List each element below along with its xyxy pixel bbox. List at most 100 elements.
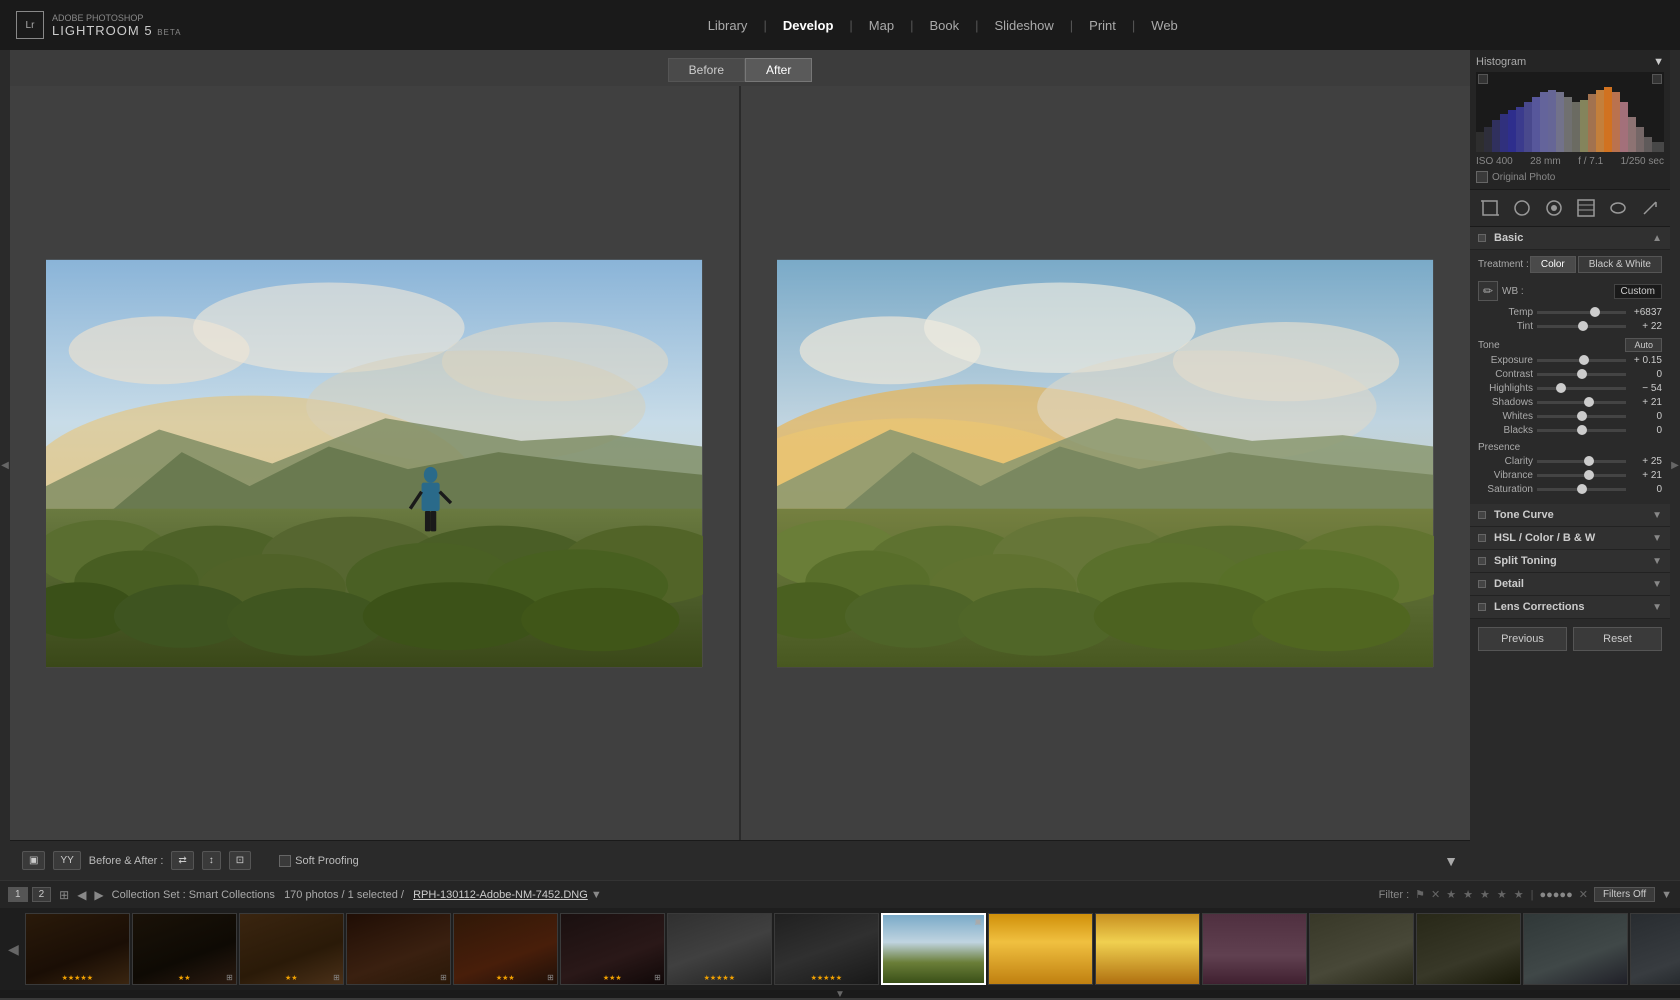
filter-star-1[interactable]: ★ <box>1446 888 1457 901</box>
filmstrip-prev-btn[interactable]: ◀ <box>77 888 86 902</box>
basic-section-toggle[interactable] <box>1478 234 1486 242</box>
filter-x-icon[interactable]: ✕ <box>1431 888 1440 901</box>
thumbnail-7[interactable]: ★★★★★ <box>667 913 772 985</box>
tint-slider-track[interactable] <box>1537 325 1626 328</box>
page-2-counter[interactable]: 2 <box>32 887 52 902</box>
split-toning-toggle[interactable] <box>1478 557 1486 565</box>
page-1-counter[interactable]: 1 <box>8 887 28 902</box>
split-toning-section-header[interactable]: Split Toning ▼ <box>1470 550 1670 573</box>
filters-off-btn[interactable]: Filters Off <box>1594 887 1655 902</box>
toggle-btn[interactable]: ⊡ <box>229 851 251 870</box>
lens-corrections-section-header[interactable]: Lens Corrections ▼ <box>1470 596 1670 619</box>
hist-highlight-clipping-btn[interactable] <box>1652 74 1662 84</box>
filename-link[interactable]: RPH-130112-Adobe-NM-7452.DNG <box>413 889 588 901</box>
basic-section-header[interactable]: Basic ▲ <box>1470 227 1670 250</box>
thumbnail-16[interactable] <box>1630 913 1680 985</box>
redeye-icon[interactable] <box>1542 196 1566 220</box>
color-treatment-btn[interactable]: Color <box>1530 256 1576 273</box>
exposure-slider-thumb[interactable] <box>1579 355 1589 365</box>
toolbar-expand-btn[interactable]: ▼ <box>1444 853 1458 869</box>
reset-button[interactable]: Reset <box>1573 627 1662 651</box>
spot-removal-icon[interactable] <box>1510 196 1534 220</box>
crop-tool-icon[interactable] <box>1478 196 1502 220</box>
tone-curve-toggle[interactable] <box>1478 511 1486 519</box>
nav-print[interactable]: Print <box>1073 12 1132 39</box>
thumbnail-15[interactable] <box>1523 913 1628 985</box>
hist-shadow-clipping-btn[interactable] <box>1478 74 1488 84</box>
temp-slider-track[interactable] <box>1537 311 1626 314</box>
blacks-slider-track[interactable] <box>1537 429 1626 432</box>
thumbnail-5[interactable]: ★★★ ⊞ <box>453 913 558 985</box>
nav-library[interactable]: Library <box>692 12 764 39</box>
nav-map[interactable]: Map <box>853 12 910 39</box>
right-panel-toggle[interactable]: ▶ <box>1670 50 1680 880</box>
radial-filter-icon[interactable] <box>1606 196 1630 220</box>
nav-book[interactable]: Book <box>913 12 975 39</box>
thumbnail-8[interactable]: ★★★★★ <box>774 913 879 985</box>
filters-dropdown-arrow[interactable]: ▼ <box>1661 889 1672 901</box>
whites-slider-track[interactable] <box>1537 415 1626 418</box>
filter-star-3[interactable]: ★ <box>1480 888 1491 901</box>
left-panel-toggle[interactable]: ◀ <box>0 50 10 880</box>
wb-eyedropper-tool[interactable]: ✏ <box>1478 281 1498 301</box>
nav-web[interactable]: Web <box>1135 12 1194 39</box>
highlights-slider-thumb[interactable] <box>1556 383 1566 393</box>
filmstrip-grid-btn[interactable]: ⊞ <box>59 888 69 902</box>
nav-slideshow[interactable]: Slideshow <box>979 12 1070 39</box>
filter-star-4[interactable]: ★ <box>1497 888 1508 901</box>
tint-slider-thumb[interactable] <box>1578 321 1588 331</box>
nav-develop[interactable]: Develop <box>767 12 850 39</box>
histogram-dropdown-arrow[interactable]: ▼ <box>1653 56 1664 68</box>
exposure-slider-track[interactable] <box>1537 359 1626 362</box>
previous-button[interactable]: Previous <box>1478 627 1567 651</box>
saturation-slider-track[interactable] <box>1537 488 1626 491</box>
original-photo-checkbox[interactable] <box>1476 171 1488 183</box>
filter-color-dots[interactable]: ●●●●● <box>1540 889 1573 901</box>
thumbnail-3[interactable]: ★★ ⊞ <box>239 913 344 985</box>
thumbnail-10[interactable] <box>988 913 1093 985</box>
blacks-slider-thumb[interactable] <box>1577 425 1587 435</box>
thumbnail-14[interactable] <box>1416 913 1521 985</box>
contrast-slider-track[interactable] <box>1537 373 1626 376</box>
detail-section-header[interactable]: Detail ▼ <box>1470 573 1670 596</box>
thumbnail-11[interactable] <box>1095 913 1200 985</box>
temp-slider-thumb[interactable] <box>1590 307 1600 317</box>
thumbnail-12[interactable] <box>1202 913 1307 985</box>
whites-slider-thumb[interactable] <box>1577 411 1587 421</box>
thumbnail-2[interactable]: ★★ ⊞ <box>132 913 237 985</box>
tone-auto-btn[interactable]: Auto <box>1625 338 1662 352</box>
contrast-slider-thumb[interactable] <box>1577 369 1587 379</box>
clarity-slider-track[interactable] <box>1537 460 1626 463</box>
vibrance-slider-thumb[interactable] <box>1584 470 1594 480</box>
yx-btn[interactable]: YY <box>53 851 80 870</box>
filter-star-5[interactable]: ★ <box>1514 888 1525 901</box>
thumbnail-13[interactable] <box>1309 913 1414 985</box>
thumbnail-9-selected[interactable]: ▣ <box>881 913 986 985</box>
filmstrip-scroll-left[interactable]: ◀ <box>4 941 23 958</box>
hsl-section-header[interactable]: HSL / Color / B & W ▼ <box>1470 527 1670 550</box>
bw-treatment-btn[interactable]: Black & White <box>1578 256 1662 273</box>
filter-color-x[interactable]: ✕ <box>1579 888 1588 901</box>
saturation-slider-thumb[interactable] <box>1577 484 1587 494</box>
graduated-filter-icon[interactable] <box>1574 196 1598 220</box>
hsl-toggle[interactable] <box>1478 534 1486 542</box>
after-tab[interactable]: After <box>745 58 812 82</box>
tone-curve-section-header[interactable]: Tone Curve ▼ <box>1470 504 1670 527</box>
lens-corrections-toggle[interactable] <box>1478 603 1486 611</box>
clarity-slider-thumb[interactable] <box>1584 456 1594 466</box>
thumbnail-1[interactable]: ★★★★★ <box>25 913 130 985</box>
before-tab[interactable]: Before <box>668 58 745 82</box>
adjustment-brush-icon[interactable] <box>1638 196 1662 220</box>
filename-dropdown-arrow[interactable]: ▼ <box>591 889 602 901</box>
flip-btn[interactable]: ↕ <box>202 851 221 870</box>
view-mode-btn[interactable]: ▣ <box>22 851 45 870</box>
swap-btn[interactable]: ⇄ <box>171 851 193 870</box>
highlights-slider-track[interactable] <box>1537 387 1626 390</box>
detail-toggle[interactable] <box>1478 580 1486 588</box>
thumbnail-4[interactable]: ⊞ <box>346 913 451 985</box>
soft-proofing-checkbox[interactable] <box>279 855 291 867</box>
wb-value-dropdown[interactable]: Custom <box>1614 284 1662 299</box>
shadows-slider-thumb[interactable] <box>1584 397 1594 407</box>
vibrance-slider-track[interactable] <box>1537 474 1626 477</box>
filter-star-2[interactable]: ★ <box>1463 888 1474 901</box>
